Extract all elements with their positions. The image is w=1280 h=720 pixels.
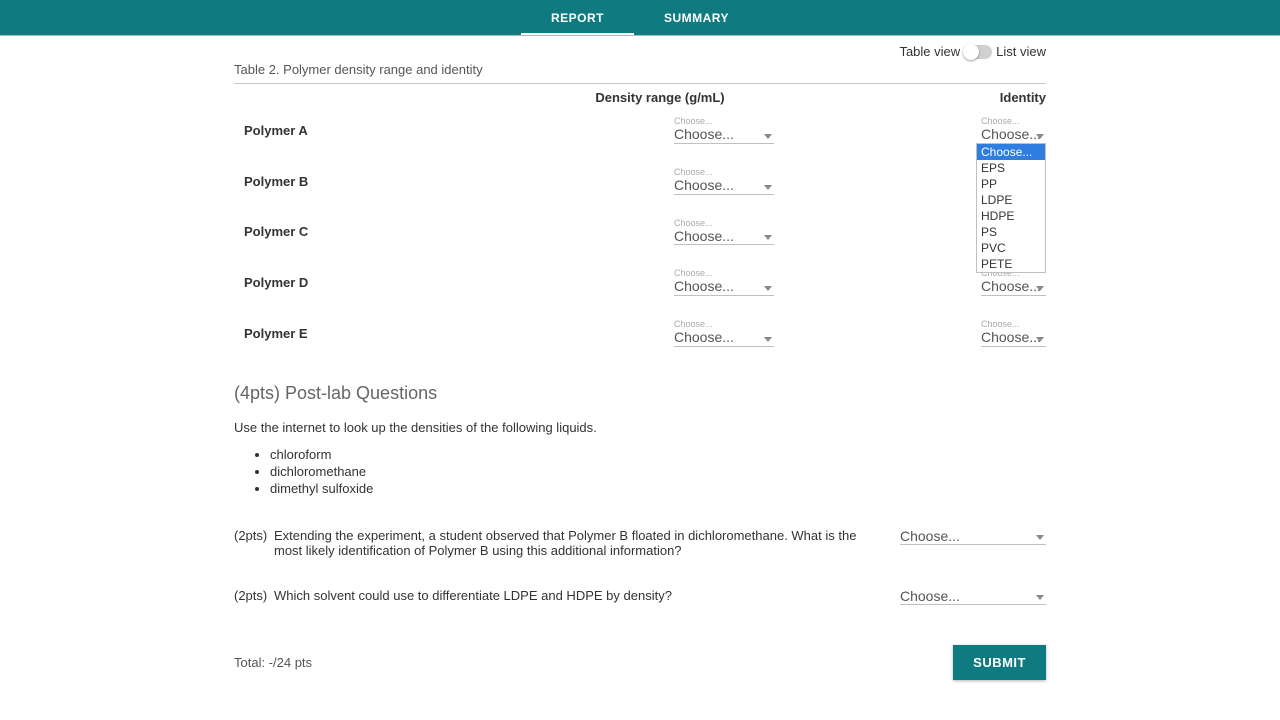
view-toggle-right-label: List view bbox=[996, 44, 1046, 59]
dropdown-item[interactable]: HDPE bbox=[977, 208, 1045, 224]
liquids-list: chloroform dichloromethane dimethyl sulf… bbox=[234, 447, 1046, 498]
tab-summary[interactable]: SUMMARY bbox=[634, 0, 759, 35]
dropdown-item[interactable]: PVC bbox=[977, 240, 1045, 256]
chevron-down-icon bbox=[1036, 337, 1044, 342]
question-pts: (2pts) bbox=[234, 528, 274, 543]
table-row: Polymer E Choose... Choose... Choose... … bbox=[234, 308, 1046, 359]
table-row: Polymer B Choose... Choose... bbox=[234, 156, 1046, 207]
postlab-heading: (4pts) Post-lab Questions bbox=[234, 359, 1046, 420]
identity-select-e[interactable]: Choose... Choose... bbox=[981, 320, 1046, 347]
chevron-down-icon bbox=[764, 185, 772, 190]
list-item: dichloromethane bbox=[270, 464, 1046, 481]
identity-select-d[interactable]: Choose... Choose... bbox=[981, 269, 1046, 296]
chevron-down-icon bbox=[764, 235, 772, 240]
view-toggle-switch[interactable] bbox=[964, 45, 992, 59]
density-select-a[interactable]: Choose... Choose... bbox=[674, 117, 774, 144]
top-navbar: REPORT SUMMARY bbox=[0, 0, 1280, 36]
col-identity: Identity bbox=[966, 90, 1046, 105]
row-label-d: Polymer D bbox=[234, 275, 474, 290]
density-select-d[interactable]: Choose... Choose... bbox=[674, 269, 774, 296]
dropdown-item[interactable]: LDPE bbox=[977, 192, 1045, 208]
table-row: Polymer D Choose... Choose... Choose... … bbox=[234, 257, 1046, 308]
identity-select-a[interactable]: Choose... Choose... Choose... EPS PP LDP… bbox=[981, 117, 1046, 144]
submit-button[interactable]: SUBMIT bbox=[953, 645, 1046, 680]
dropdown-item[interactable]: PP bbox=[977, 176, 1045, 192]
dropdown-item[interactable]: Choose... bbox=[977, 144, 1045, 160]
density-select-e[interactable]: Choose... Choose... bbox=[674, 320, 774, 347]
chevron-down-icon bbox=[1036, 286, 1044, 291]
row-label-e: Polymer E bbox=[234, 326, 474, 341]
table-row: Polymer C Choose... Choose... bbox=[234, 207, 1046, 258]
density-select-b[interactable]: Choose... Choose... bbox=[674, 168, 774, 195]
row-label-a: Polymer A bbox=[234, 123, 474, 138]
question-row: (2pts) Which solvent could use to differ… bbox=[234, 558, 1046, 606]
chevron-down-icon bbox=[1036, 134, 1044, 139]
footer: Total: -/24 pts SUBMIT bbox=[234, 605, 1046, 680]
dropdown-item[interactable]: EPS bbox=[977, 160, 1045, 176]
question-row: (2pts) Extending the experiment, a stude… bbox=[234, 498, 1046, 558]
density-select-c[interactable]: Choose... Choose... bbox=[674, 219, 774, 246]
question-select-1[interactable]: Choose... bbox=[900, 528, 1046, 546]
question-pts: (2pts) bbox=[234, 588, 274, 603]
chevron-down-icon bbox=[1036, 535, 1044, 540]
chevron-down-icon bbox=[764, 337, 772, 342]
chevron-down-icon bbox=[1036, 595, 1044, 600]
chevron-down-icon bbox=[764, 134, 772, 139]
table-header: Density range (g/mL) Identity bbox=[234, 84, 1046, 105]
tab-report[interactable]: REPORT bbox=[521, 0, 634, 35]
postlab-intro: Use the internet to look up the densitie… bbox=[234, 420, 1046, 447]
dropdown-item[interactable]: PS bbox=[977, 224, 1045, 240]
col-density: Density range (g/mL) bbox=[474, 90, 966, 105]
list-item: chloroform bbox=[270, 447, 1046, 464]
question-text: Extending the experiment, a student obse… bbox=[274, 528, 896, 558]
dropdown-item[interactable]: PETE bbox=[977, 256, 1045, 272]
chevron-down-icon bbox=[764, 286, 772, 291]
row-label-b: Polymer B bbox=[234, 174, 474, 189]
view-toggle-left-label: Table view bbox=[899, 44, 960, 59]
view-toggle: Table view List view bbox=[899, 44, 1046, 59]
table-row: Polymer A Choose... Choose... Choose... … bbox=[234, 105, 1046, 156]
list-item: dimethyl sulfoxide bbox=[270, 481, 1046, 498]
identity-dropdown: Choose... EPS PP LDPE HDPE PS PVC PETE bbox=[976, 143, 1046, 273]
question-select-2[interactable]: Choose... bbox=[900, 588, 1046, 606]
total-points: Total: -/24 pts bbox=[234, 655, 312, 670]
question-text: Which solvent could use to differentiate… bbox=[274, 588, 896, 603]
row-label-c: Polymer C bbox=[234, 224, 474, 239]
top-tabs: REPORT SUMMARY bbox=[521, 0, 759, 35]
